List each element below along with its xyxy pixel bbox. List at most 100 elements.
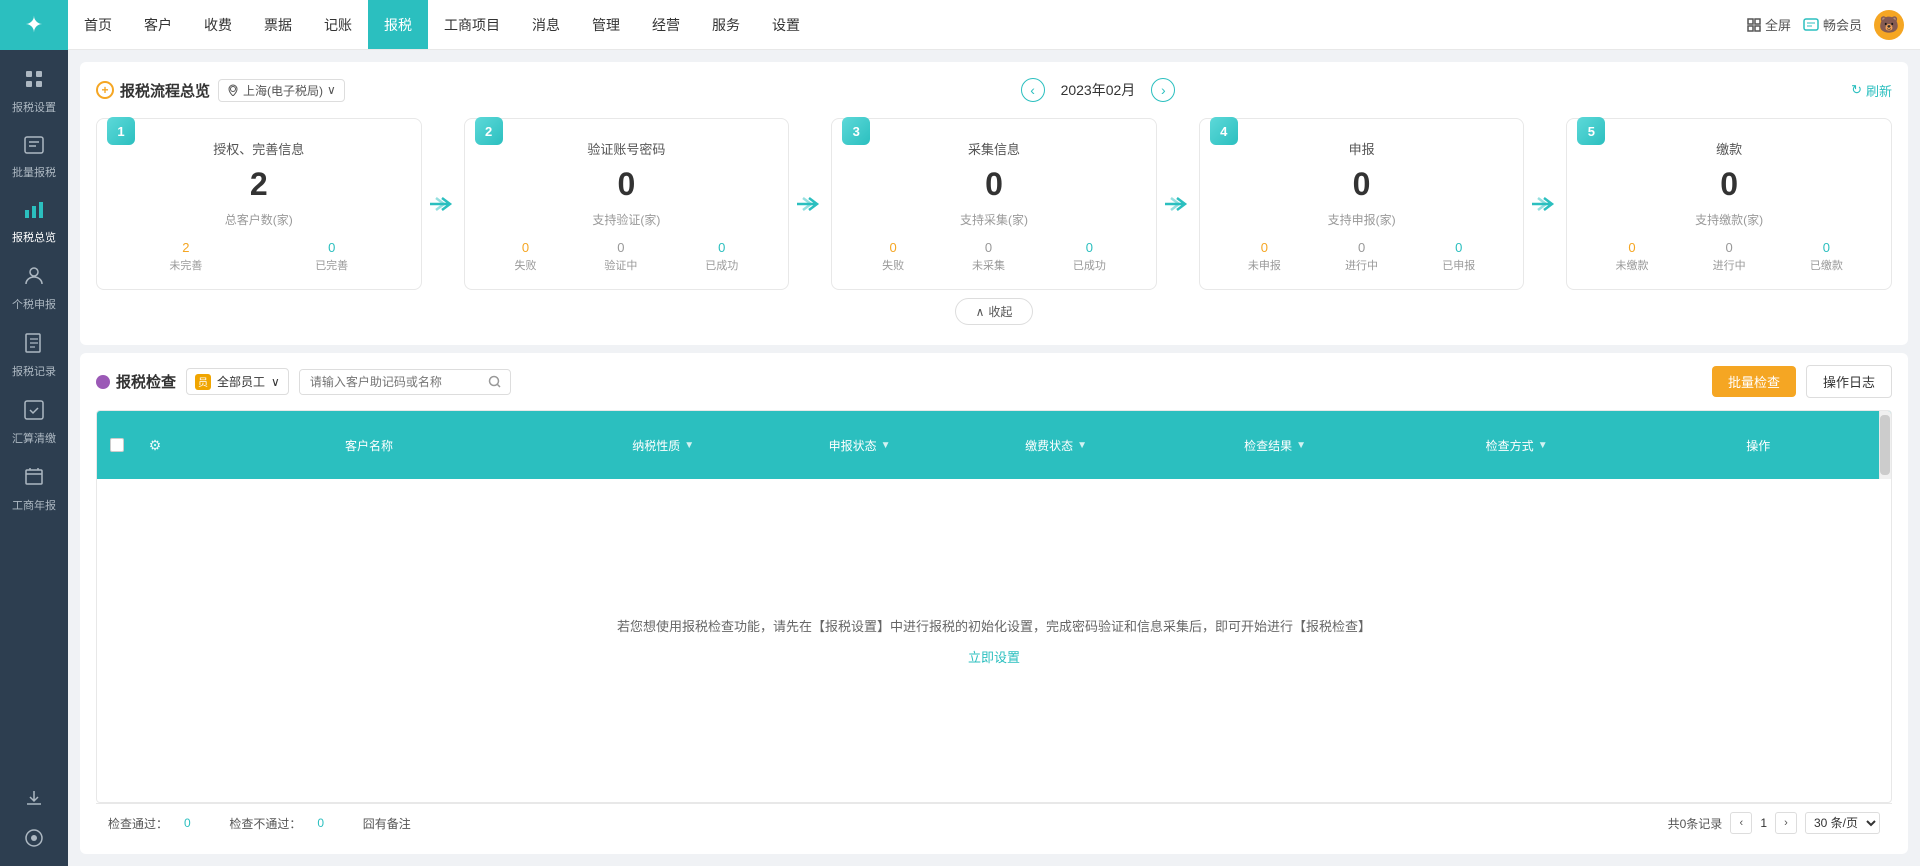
overview-title: + 报税流程总览 — [96, 80, 210, 101]
month-navigator: ‹ 2023年02月 › — [1021, 78, 1176, 102]
fullscreen-button[interactable]: 全屏 — [1747, 15, 1791, 34]
step-3-stat-1: 0 未采集 — [972, 240, 1005, 273]
sidebar-item-annual-report[interactable]: 工商年报 — [0, 456, 68, 523]
step-3-number: 3 — [842, 117, 870, 145]
check-table: ⚙ 客户名称 纳税性质 ▼ 申报状态 ▼ 缴费状态 ▼ — [96, 410, 1892, 803]
sidebar-label-annual-report: 工商年报 — [12, 497, 56, 513]
sidebar-item-batch-tax[interactable]: 批量报税 — [0, 125, 68, 190]
nav-tax[interactable]: 报税 — [368, 0, 428, 49]
overview-panel: + 报税流程总览 上海(电子税局) ∨ ‹ 2023年02月 › ↻ 刷新 — [80, 62, 1908, 345]
check-pass-val[interactable]: 0 — [184, 816, 191, 830]
step-2-label-0: 失败 — [515, 257, 537, 273]
filter-tax-icon[interactable]: ▼ — [684, 440, 694, 451]
step-4-val-0: 0 — [1261, 240, 1268, 255]
step-1-card: 1 授权、完善信息 2 总客户数(家) 2 未完善 0 已完善 — [96, 118, 422, 290]
check-fail-val[interactable]: 0 — [317, 816, 324, 830]
th-tax-type: 纳税性质 ▼ — [565, 427, 761, 464]
step-3-card: 3 采集信息 0 支持采集(家) 0 失败 0 未采集 — [831, 118, 1157, 290]
sidebar-item-annual-settlement[interactable]: 汇算清缴 — [0, 389, 68, 456]
nav-manage[interactable]: 管理 — [576, 0, 636, 49]
fullscreen-label: 全屏 — [1765, 15, 1791, 34]
step-2-title: 验证账号密码 — [481, 139, 773, 158]
th-client-name: 客户名称 — [173, 427, 565, 464]
step-3-label-1: 未采集 — [972, 257, 1005, 273]
main-layout: 报税设置 批量报税 报税总览 个税申报 报税记录 — [0, 50, 1920, 866]
nav-invoice[interactable]: 票据 — [248, 0, 308, 49]
check-title: 报税检查 — [96, 371, 176, 392]
sidebar-location[interactable] — [0, 818, 68, 858]
refresh-button[interactable]: ↻ 刷新 — [1851, 81, 1892, 100]
nav-settings[interactable]: 设置 — [756, 0, 816, 49]
sidebar-item-overview[interactable]: 报税总览 — [0, 190, 68, 255]
th-report-status: 申报状态 ▼ — [761, 427, 957, 464]
th-check-result: 检查结果 ▼ — [1154, 427, 1396, 464]
collapse-button[interactable]: ∧ 收起 — [955, 298, 1034, 325]
step-5-val-1: 0 — [1726, 240, 1733, 255]
th-gear[interactable]: ⚙ — [137, 427, 173, 464]
step-3-label-0: 失败 — [882, 257, 904, 273]
per-page-select[interactable]: 30 条/页 — [1805, 812, 1880, 834]
header-checkbox[interactable] — [110, 438, 124, 452]
nav-message[interactable]: 消息 — [516, 0, 576, 49]
batch-check-button[interactable]: 批量检查 — [1712, 366, 1796, 397]
nav-right: 全屏 畅会员 🐻 — [1747, 10, 1920, 40]
check-title-dot — [96, 375, 110, 389]
nav-home[interactable]: 首页 — [68, 0, 128, 49]
content-area: + 报税流程总览 上海(电子税局) ∨ ‹ 2023年02月 › ↻ 刷新 — [68, 50, 1920, 866]
nav-business[interactable]: 工商项目 — [428, 0, 516, 49]
nav-accounting[interactable]: 记账 — [308, 0, 368, 49]
next-month-btn[interactable]: › — [1151, 78, 1175, 102]
logo-icon: ✦ — [25, 12, 43, 38]
step-4-val-1: 0 — [1358, 240, 1365, 255]
member-button[interactable]: 畅会员 — [1803, 15, 1862, 34]
step-4-label-1: 进行中 — [1345, 257, 1378, 273]
step-5-title: 缴款 — [1583, 139, 1875, 158]
step-3-stat-2: 0 已成功 — [1073, 240, 1106, 273]
overview-title-icon: + — [96, 81, 114, 99]
scrollbar[interactable] — [1879, 411, 1891, 479]
step-5-main-num: 0 — [1583, 166, 1875, 203]
employee-selector[interactable]: 员 全部员工 ∨ — [186, 368, 289, 395]
step-5-label-1: 进行中 — [1713, 257, 1746, 273]
sidebar-item-tax-settings[interactable]: 报税设置 — [0, 58, 68, 125]
filter-report-icon[interactable]: ▼ — [881, 440, 891, 451]
prev-month-btn[interactable]: ‹ — [1021, 78, 1045, 102]
nav-service[interactable]: 服务 — [696, 0, 756, 49]
gear-icon: ⚙ — [149, 437, 162, 454]
search-button[interactable] — [480, 370, 510, 394]
sidebar-download[interactable] — [0, 778, 68, 818]
prev-page-btn[interactable]: ‹ — [1730, 812, 1752, 834]
search-input-wrap — [299, 369, 511, 395]
setup-link[interactable]: 立即设置 — [968, 647, 1020, 666]
check-header: 报税检查 员 全部员工 ∨ 批量检查 操作日志 — [96, 365, 1892, 398]
filter-payment-icon[interactable]: ▼ — [1077, 440, 1087, 451]
nav-fees[interactable]: 收费 — [188, 0, 248, 49]
step-4-card: 4 申报 0 支持申报(家) 0 未申报 0 进行中 — [1199, 118, 1525, 290]
step-5-number: 5 — [1577, 117, 1605, 145]
filter-check-result-icon[interactable]: ▼ — [1296, 440, 1306, 451]
operation-log-button[interactable]: 操作日志 — [1806, 365, 1892, 398]
sidebar-bottom — [0, 778, 68, 866]
next-page-btn[interactable]: › — [1775, 812, 1797, 834]
step-4-sub: 支持申报(家) — [1216, 211, 1508, 228]
collapse-row: ∧ 收起 — [96, 298, 1892, 325]
individual-tax-icon — [23, 265, 45, 292]
check-fail-label: 检查不通过： — [229, 815, 301, 832]
location-badge[interactable]: 上海(电子税局) ∨ — [218, 79, 345, 102]
step-4-label-2: 已申报 — [1442, 257, 1475, 273]
top-nav: ✦ 首页 客户 收费 票据 记账 报税 工商项目 消息 管理 经营 服务 设置 … — [0, 0, 1920, 50]
annual-settlement-icon — [23, 399, 45, 426]
search-input[interactable] — [300, 370, 480, 394]
tax-record-icon — [23, 332, 45, 359]
tax-settings-icon — [23, 68, 45, 95]
sidebar-item-individual-tax[interactable]: 个税申报 — [0, 255, 68, 322]
step-3-val-1: 0 — [985, 240, 992, 255]
step-1-stats: 2 未完善 0 已完善 — [113, 240, 405, 273]
nav-items: 首页 客户 收费 票据 记账 报税 工商项目 消息 管理 经营 服务 设置 — [68, 0, 1747, 49]
step-1-val-1: 0 — [328, 240, 335, 255]
nav-operate[interactable]: 经营 — [636, 0, 696, 49]
th-checkbox[interactable] — [97, 428, 137, 462]
filter-check-method-icon[interactable]: ▼ — [1538, 440, 1548, 451]
nav-client[interactable]: 客户 — [128, 0, 188, 49]
sidebar-item-tax-record[interactable]: 报税记录 — [0, 322, 68, 389]
